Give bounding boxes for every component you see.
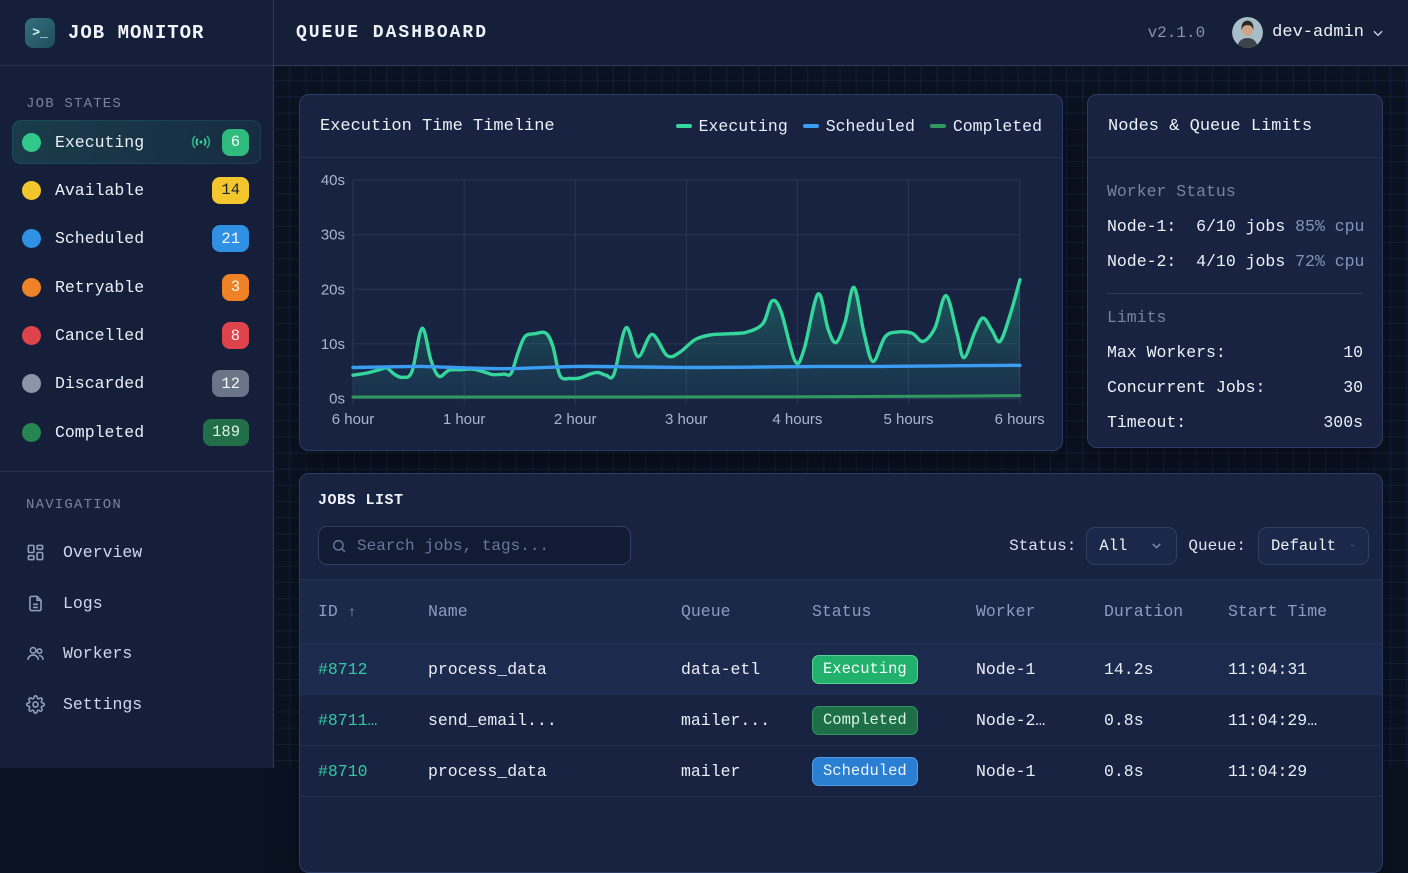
svg-text:0s: 0s	[329, 391, 345, 408]
svg-text:1 hour: 1 hour	[443, 411, 486, 428]
svg-text:30s: 30s	[321, 227, 345, 244]
svg-text:4 hours: 4 hours	[772, 411, 822, 428]
svg-text:6 hour: 6 hour	[332, 411, 375, 428]
svg-text:40s: 40s	[321, 172, 345, 189]
svg-text:5 hours: 5 hours	[883, 411, 933, 428]
svg-text:6 hours: 6 hours	[995, 411, 1045, 428]
svg-text:20s: 20s	[321, 281, 345, 298]
svg-text:10s: 10s	[321, 336, 345, 353]
svg-text:2 hour: 2 hour	[554, 411, 597, 428]
svg-text:3 hour: 3 hour	[665, 411, 708, 428]
